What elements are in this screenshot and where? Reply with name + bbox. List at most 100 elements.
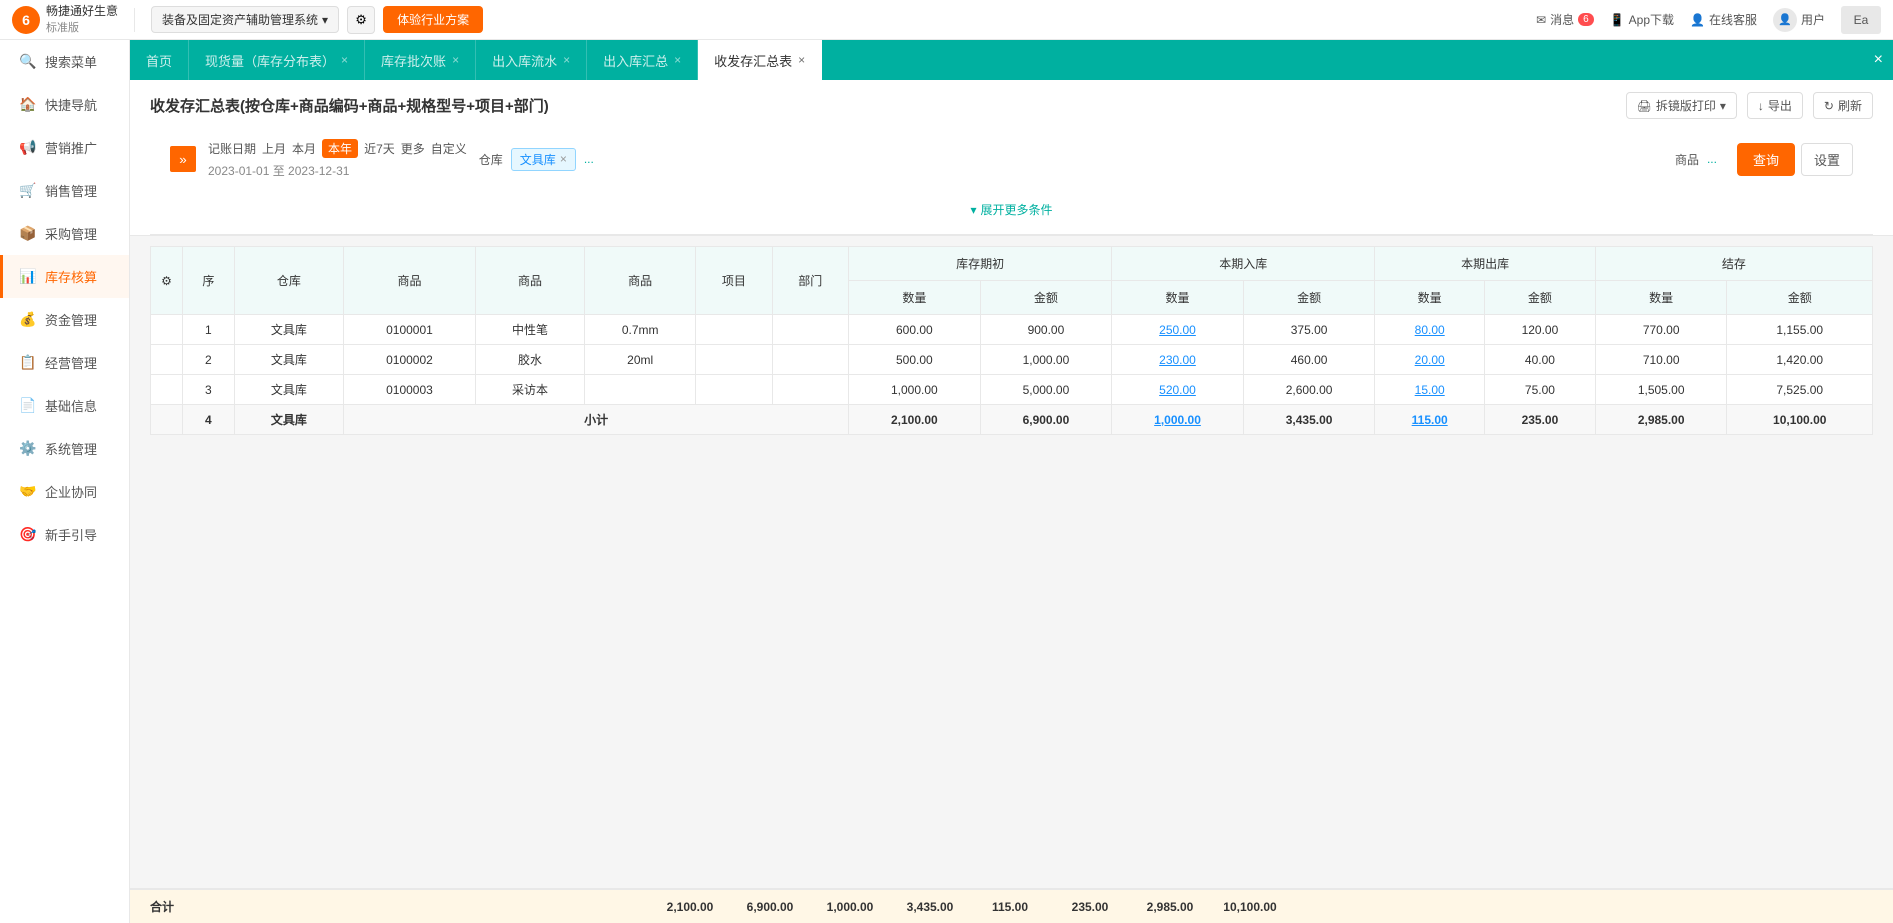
tab-inout-flow-close[interactable]: × xyxy=(563,53,570,67)
dropdown-icon: ▾ xyxy=(322,13,328,27)
sidebar-item-basic-info[interactable]: 📄 基础信息 xyxy=(0,384,129,427)
enterprise-icon: 🤝 xyxy=(19,483,37,500)
system-selector[interactable]: 装备及固定资产辅助管理系统 ▾ xyxy=(151,6,339,33)
sidebar-item-search[interactable]: 🔍 搜索菜单 xyxy=(0,40,129,83)
tab-inout-summary-close[interactable]: × xyxy=(674,53,681,67)
export-icon: ↓ xyxy=(1758,99,1764,113)
sidebar-item-purchase[interactable]: 📦 采购管理 xyxy=(0,212,129,255)
logo-icon: 6 xyxy=(12,6,40,34)
sidebar-item-enterprise[interactable]: 🤝 企业协同 xyxy=(0,470,129,513)
sidebar-item-operations[interactable]: 📋 经营管理 xyxy=(0,341,129,384)
export-button[interactable]: ↓ 导出 xyxy=(1747,92,1803,119)
row-opening-qty: 1,000.00 xyxy=(849,375,981,405)
row-product-code: 0100003 xyxy=(344,375,476,405)
logo-text-area: 畅捷通好生意 标准版 xyxy=(46,4,118,36)
tab-recv-send-label: 收发存汇总表 xyxy=(714,51,792,70)
warehouse-filter: 仓库 文具库 × ... xyxy=(479,148,594,171)
row-project xyxy=(696,345,772,375)
row-product-code: 0100002 xyxy=(344,345,476,375)
sidebar-item-system[interactable]: ⚙️ 系统管理 xyxy=(0,427,129,470)
print-button[interactable]: 🖨 拆镜版打印 ▾ xyxy=(1626,92,1737,119)
table-row: 2 文具库 0100002 胶水 20ml 500.00 1,000.00 23… xyxy=(151,345,1873,375)
experience-button[interactable]: 体验行业方案 xyxy=(383,6,483,33)
app-download-label: App下载 xyxy=(1629,11,1674,28)
date-option-7days[interactable]: 近7天 xyxy=(364,140,395,157)
content-close-button[interactable]: × xyxy=(1864,51,1893,69)
table-settings-header[interactable]: ⚙ xyxy=(151,247,183,315)
row-in-qty[interactable]: 250.00 xyxy=(1112,315,1244,345)
user-avatar[interactable]: Ea xyxy=(1841,6,1881,34)
row-out-qty[interactable]: 20.00 xyxy=(1375,345,1485,375)
tab-inout-summary[interactable]: 出入库汇总 × xyxy=(587,40,698,80)
tab-inout-flow[interactable]: 出入库流水 × xyxy=(476,40,587,80)
product-more-button[interactable]: ... xyxy=(1707,152,1717,166)
table-footer: 合计 2,100.00 6,900.00 1,000.00 3,435.00 1… xyxy=(130,888,1893,923)
top-bar-left: 6 畅捷通好生意 标准版 装备及固定资产辅助管理系统 ▾ ⚙ 体验行业方案 xyxy=(12,4,483,36)
table-subhead-in-qty: 数量 xyxy=(1112,281,1244,315)
sidebar: 🔍 搜索菜单 🏠 快捷导航 📢 营销推广 🛒 销售管理 📦 采购管理 📊 库存核… xyxy=(0,40,130,923)
table-row: 1 文具库 0100001 中性笔 0.7mm 600.00 900.00 25… xyxy=(151,315,1873,345)
tab-batch[interactable]: 库存批次账 × xyxy=(365,40,476,80)
warehouse-tag-close[interactable]: × xyxy=(560,152,567,166)
expand-more-row: ▾ 展开更多条件 xyxy=(170,195,1853,224)
tab-recv-send[interactable]: 收发存汇总表 × xyxy=(698,40,822,80)
sidebar-item-search-label: 搜索菜单 xyxy=(45,52,97,71)
footer-in-amt: 3,435.00 xyxy=(890,900,970,914)
date-option-this-year[interactable]: 本年 xyxy=(322,139,358,158)
sidebar-item-quick-nav-label: 快捷导航 xyxy=(45,95,97,114)
row-out-qty[interactable]: 80.00 xyxy=(1375,315,1485,345)
filter-row-1: » 记账日期 上月 本月 本年 近7天 更多 自定义 xyxy=(170,139,1853,179)
query-button[interactable]: 查询 xyxy=(1737,143,1795,176)
row-warehouse: 文具库 xyxy=(234,375,344,405)
sidebar-item-inventory[interactable]: 📊 库存核算 xyxy=(0,255,129,298)
logo-sub: 标准版 xyxy=(46,19,118,35)
tab-home[interactable]: 首页 xyxy=(130,40,189,80)
user-item[interactable]: 👤 用户 xyxy=(1773,8,1825,32)
tab-batch-close[interactable]: × xyxy=(452,53,459,67)
subtotal-in-qty[interactable]: 1,000.00 xyxy=(1112,405,1244,435)
row-no: 2 xyxy=(183,345,235,375)
sidebar-item-finance[interactable]: 💰 资金管理 xyxy=(0,298,129,341)
date-option-this-month[interactable]: 本月 xyxy=(292,140,316,157)
filter-settings-button[interactable]: 设置 xyxy=(1801,143,1853,176)
warehouse-tag[interactable]: 文具库 × xyxy=(511,148,576,171)
logo-title: 畅捷通好生意 xyxy=(46,4,118,20)
row-closing-qty: 770.00 xyxy=(1595,315,1727,345)
row-product-name: 胶水 xyxy=(475,345,585,375)
warehouse-more-button[interactable]: ... xyxy=(584,152,594,166)
settings-icon[interactable]: ⚙ xyxy=(347,6,375,34)
message-icon: ✉ xyxy=(1536,13,1546,27)
tab-inventory-dist-close[interactable]: × xyxy=(341,53,348,67)
row-in-qty[interactable]: 230.00 xyxy=(1112,345,1244,375)
date-option-more[interactable]: 更多 xyxy=(401,140,425,157)
tab-inventory-dist[interactable]: 现货量（库存分布表） × xyxy=(189,40,365,80)
page-header: 收发存汇总表(按仓库+商品编码+商品+规格型号+项目+部门) 🖨 拆镜版打印 ▾… xyxy=(130,80,1893,236)
sidebar-item-newbie-label: 新手引导 xyxy=(45,525,97,544)
message-item[interactable]: ✉ 消息 6 xyxy=(1536,11,1594,28)
expand-more-button[interactable]: ▾ 展开更多条件 xyxy=(970,195,1052,224)
sidebar-item-sales[interactable]: 🛒 销售管理 xyxy=(0,169,129,212)
row-opening-qty: 600.00 xyxy=(849,315,981,345)
table-row: 3 文具库 0100003 采访本 1,000.00 5,000.00 520.… xyxy=(151,375,1873,405)
filter-expand-button[interactable]: » xyxy=(170,146,196,172)
row-out-qty[interactable]: 15.00 xyxy=(1375,375,1485,405)
sidebar-item-newbie[interactable]: 🎯 新手引导 xyxy=(0,513,129,556)
app-download-item[interactable]: 📱 App下载 xyxy=(1610,11,1674,28)
online-service-item[interactable]: 👤 在线客服 xyxy=(1690,11,1757,28)
date-option-custom[interactable]: 自定义 xyxy=(431,140,467,157)
row-settings xyxy=(151,315,183,345)
product-filter-label: 商品 xyxy=(1675,151,1699,168)
refresh-button[interactable]: ↻ 刷新 xyxy=(1813,92,1873,119)
subtotal-in-amt: 3,435.00 xyxy=(1243,405,1375,435)
subtotal-closing-amt: 10,100.00 xyxy=(1727,405,1873,435)
tab-inventory-dist-label: 现货量（库存分布表） xyxy=(205,51,335,70)
date-option-last-month[interactable]: 上月 xyxy=(262,140,286,157)
row-opening-amt: 5,000.00 xyxy=(980,375,1112,405)
row-in-qty[interactable]: 520.00 xyxy=(1112,375,1244,405)
sidebar-item-marketing[interactable]: 📢 营销推广 xyxy=(0,126,129,169)
tab-recv-send-close[interactable]: × xyxy=(798,53,805,67)
sidebar-item-quick-nav[interactable]: 🏠 快捷导航 xyxy=(0,83,129,126)
purchase-icon: 📦 xyxy=(19,225,37,242)
subtotal-out-qty[interactable]: 115.00 xyxy=(1375,405,1485,435)
row-dept xyxy=(772,315,848,345)
